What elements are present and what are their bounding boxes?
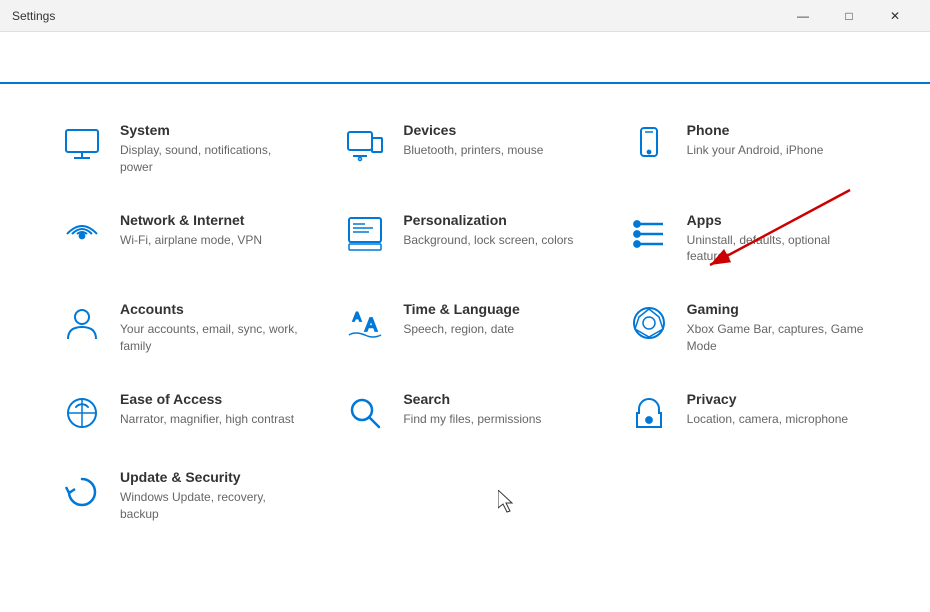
settings-item-gaming[interactable]: Gaming Xbox Game Bar, captures, Game Mod… xyxy=(607,283,890,373)
search-input[interactable] xyxy=(24,39,344,75)
settings-title-search: Search xyxy=(403,391,586,407)
accounts-icon xyxy=(60,303,104,343)
settings-desc-network: Wi-Fi, airplane mode, VPN xyxy=(120,232,303,249)
settings-desc-privacy: Location, camera, microphone xyxy=(687,411,870,428)
settings-title-gaming: Gaming xyxy=(687,301,870,317)
settings-title-accounts: Accounts xyxy=(120,301,303,317)
settings-item-update[interactable]: Update & Security Windows Update, recove… xyxy=(40,451,323,541)
settings-title-devices: Devices xyxy=(403,122,586,138)
svg-text:A: A xyxy=(353,310,361,324)
settings-title-phone: Phone xyxy=(687,122,870,138)
settings-item-devices[interactable]: Devices Bluetooth, printers, mouse xyxy=(323,104,606,194)
settings-desc-personalization: Background, lock screen, colors xyxy=(403,232,586,249)
time-icon: A A xyxy=(343,303,387,343)
settings-desc-gaming: Xbox Game Bar, captures, Game Mode xyxy=(687,321,870,355)
settings-title-ease: Ease of Access xyxy=(120,391,303,407)
settings-item-personalization[interactable]: Personalization Background, lock screen,… xyxy=(323,194,606,284)
settings-title-time: Time & Language xyxy=(403,301,586,317)
settings-desc-apps: Uninstall, defaults, optional features xyxy=(687,232,870,266)
settings-item-apps[interactable]: Apps Uninstall, defaults, optional featu… xyxy=(607,194,890,284)
devices-icon xyxy=(343,124,387,164)
settings-item-privacy[interactable]: Privacy Location, camera, microphone xyxy=(607,373,890,451)
settings-item-system[interactable]: System Display, sound, notifications, po… xyxy=(40,104,323,194)
settings-title-personalization: Personalization xyxy=(403,212,586,228)
settings-desc-ease: Narrator, magnifier, high contrast xyxy=(120,411,303,428)
close-button[interactable]: ✕ xyxy=(872,0,918,32)
title-bar: Settings — □ ✕ xyxy=(0,0,930,32)
network-icon xyxy=(60,214,104,254)
settings-desc-time: Speech, region, date xyxy=(403,321,586,338)
window-title: Settings xyxy=(12,9,55,23)
settings-item-accounts[interactable]: Accounts Your accounts, email, sync, wor… xyxy=(40,283,323,373)
minimize-button[interactable]: — xyxy=(780,0,826,32)
personalization-icon xyxy=(343,214,387,254)
settings-title-update: Update & Security xyxy=(120,469,303,485)
system-icon xyxy=(60,124,104,164)
privacy-icon xyxy=(627,393,671,433)
settings-item-ease[interactable]: Ease of Access Narrator, magnifier, high… xyxy=(40,373,323,451)
ease-icon xyxy=(60,393,104,433)
settings-desc-update: Windows Update, recovery, backup xyxy=(120,489,303,523)
settings-desc-accounts: Your accounts, email, sync, work, family xyxy=(120,321,303,355)
window-controls: — □ ✕ xyxy=(780,0,918,32)
search-bar-area xyxy=(0,32,930,84)
apps-icon xyxy=(627,214,671,254)
svg-text:A: A xyxy=(365,315,377,335)
phone-icon xyxy=(627,124,671,164)
settings-item-network[interactable]: Network & Internet Wi-Fi, airplane mode,… xyxy=(40,194,323,284)
settings-desc-phone: Link your Android, iPhone xyxy=(687,142,870,159)
settings-title-privacy: Privacy xyxy=(687,391,870,407)
settings-item-phone[interactable]: Phone Link your Android, iPhone xyxy=(607,104,890,194)
settings-item-time[interactable]: A A Time & Language Speech, region, date xyxy=(323,283,606,373)
maximize-button[interactable]: □ xyxy=(826,0,872,32)
settings-title-system: System xyxy=(120,122,303,138)
gaming-icon xyxy=(627,303,671,343)
settings-grid: System Display, sound, notifications, po… xyxy=(0,84,930,560)
search-icon xyxy=(343,393,387,433)
settings-desc-search: Find my files, permissions xyxy=(403,411,586,428)
settings-item-search[interactable]: Search Find my files, permissions xyxy=(323,373,606,451)
settings-desc-devices: Bluetooth, printers, mouse xyxy=(403,142,586,159)
settings-title-apps: Apps xyxy=(687,212,870,228)
update-icon xyxy=(60,471,104,511)
settings-title-network: Network & Internet xyxy=(120,212,303,228)
settings-desc-system: Display, sound, notifications, power xyxy=(120,142,303,176)
